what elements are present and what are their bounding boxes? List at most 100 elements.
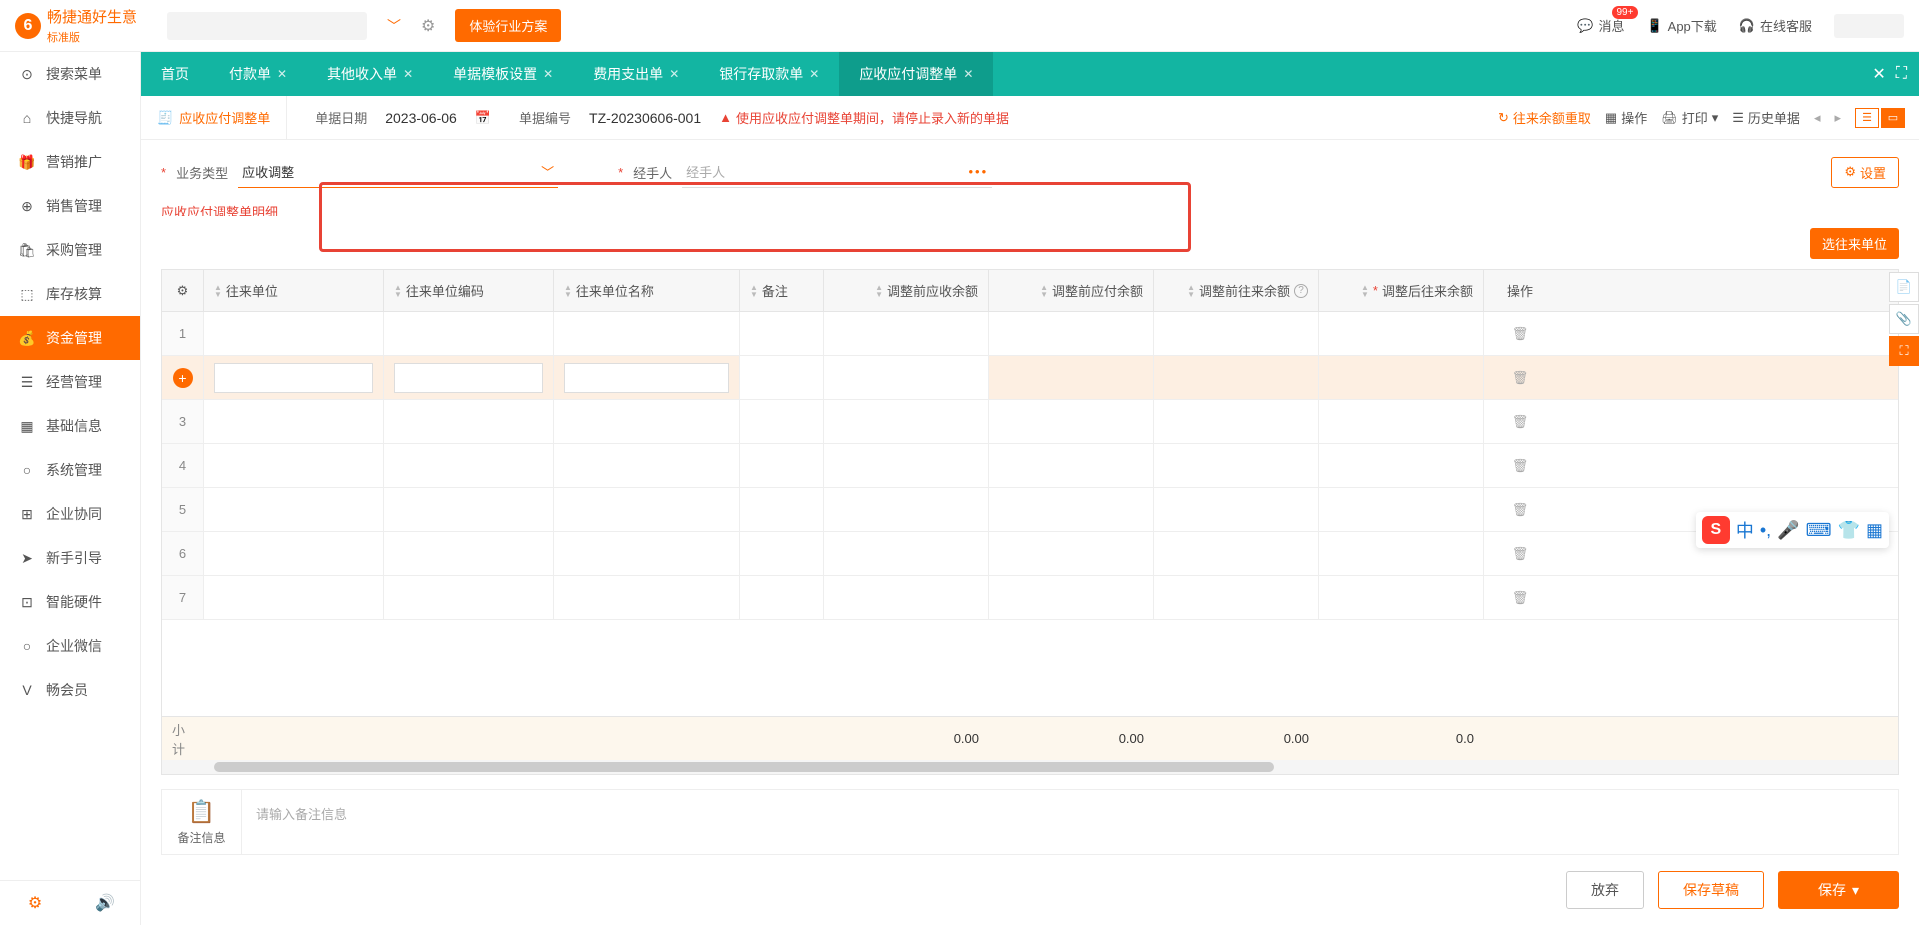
- delete-icon[interactable]: 🗑: [1512, 326, 1529, 342]
- rail-doc-button[interactable]: 📄: [1889, 272, 1919, 302]
- next-icon[interactable]: ▸: [1834, 110, 1841, 126]
- prev-icon[interactable]: ◂: [1814, 110, 1821, 126]
- gear-icon[interactable]: ⚙: [421, 16, 435, 36]
- rail-attach-button[interactable]: 📎: [1889, 304, 1919, 334]
- sidebar-item-business[interactable]: ☰经营管理: [0, 360, 140, 404]
- code-input[interactable]: [394, 363, 543, 393]
- trial-button[interactable]: 体验行业方案: [455, 9, 561, 42]
- delete-icon[interactable]: 🗑: [1512, 458, 1529, 474]
- table-row[interactable]: 5🗑: [162, 488, 1898, 532]
- save-button[interactable]: 保存▾: [1778, 871, 1899, 909]
- table-row[interactable]: 6🗑: [162, 532, 1898, 576]
- table-row[interactable]: +🗑: [162, 356, 1898, 400]
- th-amt1[interactable]: ▲▼调整前应收余额: [824, 270, 989, 311]
- delete-icon[interactable]: 🗑: [1512, 370, 1529, 386]
- operations-button[interactable]: ▦操作: [1605, 108, 1647, 127]
- close-icon[interactable]: ✕: [669, 67, 679, 81]
- sidebar-collapse-button[interactable]: ⚙: [0, 881, 70, 925]
- delete-icon[interactable]: 🗑: [1512, 414, 1529, 430]
- ime-mic-icon[interactable]: 🎤: [1777, 520, 1799, 541]
- th-amt3[interactable]: ▲▼调整前往来余额?: [1154, 270, 1319, 311]
- rail-expand-button[interactable]: ⛶: [1889, 336, 1919, 366]
- print-button[interactable]: 🖨打印▾: [1661, 108, 1718, 127]
- help-icon[interactable]: ?: [1294, 284, 1308, 298]
- sidebar-item-finance[interactable]: 💰资金管理: [0, 316, 140, 360]
- scroll-thumb[interactable]: [214, 762, 1274, 772]
- ime-tools-icon[interactable]: ▦: [1866, 520, 1883, 541]
- table-row[interactable]: 1🗑: [162, 312, 1898, 356]
- tab-bank[interactable]: 银行存取款单✕: [699, 52, 839, 96]
- close-icon[interactable]: ✕: [963, 67, 973, 81]
- user-avatar[interactable]: [1834, 14, 1904, 38]
- close-icon[interactable]: ✕: [277, 67, 287, 81]
- ime-toolbar[interactable]: S 中 •, 🎤 ⌨ 👕 ▦: [1696, 512, 1889, 548]
- delete-icon[interactable]: 🗑: [1512, 546, 1529, 562]
- th-code[interactable]: ▲▼往来单位编码: [384, 270, 554, 311]
- ime-keyboard-icon[interactable]: ⌨: [1806, 520, 1832, 541]
- close-icon[interactable]: ✕: [543, 67, 553, 81]
- messages-link[interactable]: 💬 消息 99+: [1577, 16, 1624, 35]
- tab-home[interactable]: 首页: [141, 52, 209, 96]
- th-amt2[interactable]: ▲▼调整前应付余额: [989, 270, 1154, 311]
- table-row[interactable]: 3🗑: [162, 400, 1898, 444]
- view-list-button[interactable]: ☰: [1855, 108, 1879, 128]
- sidebar-item-nav[interactable]: ⌂快捷导航: [0, 96, 140, 140]
- tab-other-income[interactable]: 其他收入单✕: [307, 52, 433, 96]
- tab-template[interactable]: 单据模板设置✕: [433, 52, 573, 96]
- delete-icon[interactable]: 🗑: [1512, 502, 1529, 518]
- ime-skin-icon[interactable]: 👕: [1838, 520, 1860, 541]
- close-icon[interactable]: ✕: [809, 67, 819, 81]
- sidebar-item-vip[interactable]: V畅会员: [0, 668, 140, 712]
- tabs-close-icon[interactable]: ✕: [1872, 64, 1885, 84]
- sidebar-item-system[interactable]: ○系统管理: [0, 448, 140, 492]
- delete-icon[interactable]: 🗑: [1512, 590, 1529, 606]
- select-unit-button[interactable]: 选往来单位: [1810, 228, 1899, 259]
- add-row-button[interactable]: +: [173, 368, 193, 388]
- sidebar-item-inventory[interactable]: ⬚库存核算: [0, 272, 140, 316]
- tab-expense[interactable]: 费用支出单✕: [573, 52, 699, 96]
- handler-input[interactable]: 经手人 •••: [682, 156, 992, 188]
- sidebar-item-purchase[interactable]: 🛍采购管理: [0, 228, 140, 272]
- remarks-input[interactable]: 请输入备注信息: [242, 790, 1898, 854]
- th-name[interactable]: ▲▼往来单位名称: [554, 270, 740, 311]
- org-selector[interactable]: [167, 12, 367, 40]
- sidebar-item-guide[interactable]: ➤新手引导: [0, 536, 140, 580]
- ime-punct-icon[interactable]: •,: [1760, 520, 1771, 541]
- th-amt4[interactable]: ▲▼*调整后往来余额: [1319, 270, 1484, 311]
- sidebar-item-collab[interactable]: ⊞企业协同: [0, 492, 140, 536]
- sidebar-item-wechat[interactable]: ○企业微信: [0, 624, 140, 668]
- th-unit[interactable]: ▲▼往来单位: [204, 270, 384, 311]
- calendar-icon[interactable]: 📅: [475, 110, 491, 126]
- remarks-label: 备注信息: [177, 829, 225, 846]
- tabs-expand-icon[interactable]: ⛶: [1896, 65, 1907, 83]
- more-icon[interactable]: •••: [969, 164, 989, 179]
- unit-input[interactable]: [214, 363, 373, 393]
- discard-button[interactable]: 放弃: [1566, 871, 1644, 909]
- sidebar-item-marketing[interactable]: 🎁营销推广: [0, 140, 140, 184]
- save-draft-button[interactable]: 保存草稿: [1658, 871, 1764, 909]
- sidebar-item-search[interactable]: ⊙搜索菜单: [0, 52, 140, 96]
- sidebar-item-basic[interactable]: ▦基础信息: [0, 404, 140, 448]
- sidebar-item-sales[interactable]: ⊕销售管理: [0, 184, 140, 228]
- support-link[interactable]: 🎧 在线客服: [1739, 16, 1812, 35]
- chevron-down-icon[interactable]: ﹀: [387, 16, 401, 36]
- tab-adjustment[interactable]: 应收应付调整单✕: [839, 52, 993, 96]
- view-detail-button[interactable]: ▭: [1881, 108, 1905, 128]
- close-icon[interactable]: ✕: [403, 67, 413, 81]
- table-settings-header[interactable]: ⚙: [162, 270, 204, 311]
- table-row[interactable]: 7🗑: [162, 576, 1898, 620]
- sidebar-item-hardware[interactable]: ⊡智能硬件: [0, 580, 140, 624]
- ime-lang[interactable]: 中: [1736, 517, 1754, 543]
- table-row[interactable]: 4🗑: [162, 444, 1898, 488]
- regen-balance-button[interactable]: ↻往来余额重取: [1498, 108, 1591, 127]
- h-scrollbar[interactable]: [162, 760, 1898, 774]
- business-type-select[interactable]: 应收调整 ﹀: [238, 156, 558, 188]
- th-remark[interactable]: ▲▼备注: [740, 270, 824, 311]
- history-button[interactable]: ☰历史单据: [1732, 108, 1800, 127]
- sidebar-sound-button[interactable]: 🔊: [70, 881, 140, 925]
- name-input[interactable]: [564, 363, 729, 393]
- app-download-link[interactable]: 📱 App下载: [1646, 16, 1716, 35]
- settings-button[interactable]: ⚙ 设置: [1831, 157, 1899, 188]
- tab-payment[interactable]: 付款单✕: [209, 52, 307, 96]
- doc-tab: 🧾 应收应付调整单: [141, 96, 287, 139]
